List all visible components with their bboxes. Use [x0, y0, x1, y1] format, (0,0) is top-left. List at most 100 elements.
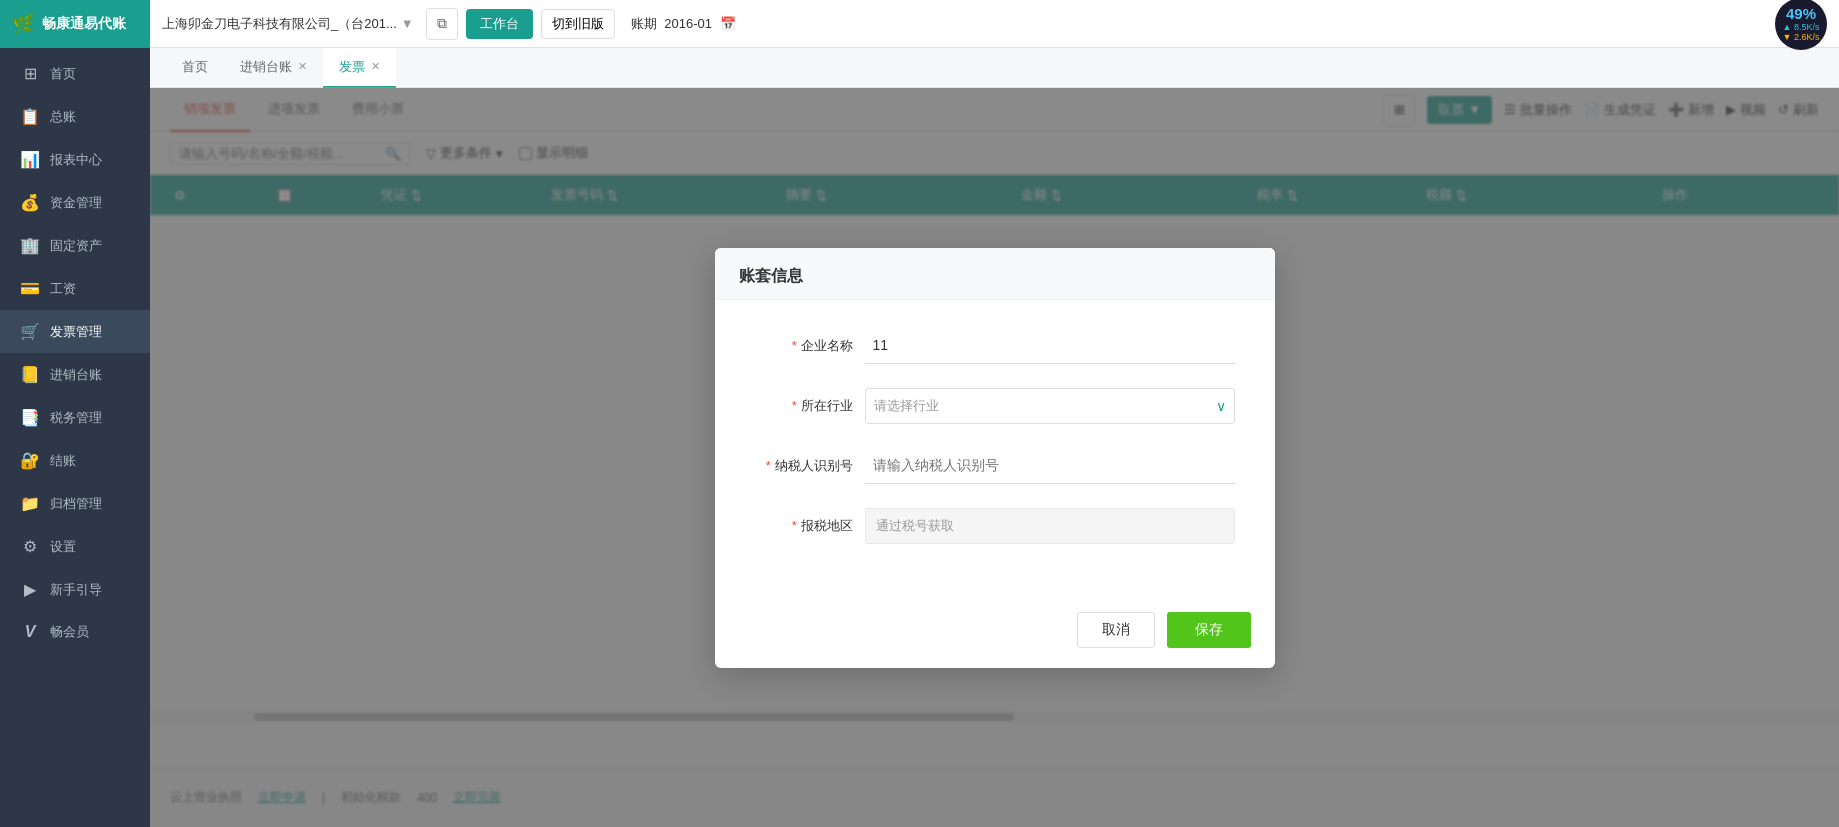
copy-icon-btn[interactable]: ⧉ [426, 8, 458, 40]
app-logo: 🌿 畅康通易代账 [0, 0, 150, 48]
industry-chevron-icon: ∨ [1216, 398, 1226, 414]
required-star-2: * [792, 398, 797, 413]
sidebar-nav: ⊞ 首页 📋 总账 📊 报表中心 💰 资金管理 🏢 固定资产 💳 工资 [0, 48, 150, 827]
tab-home-label: 首页 [182, 58, 208, 76]
sidebar-item-label: 新手引导 [50, 581, 102, 599]
cancel-button[interactable]: 取消 [1077, 612, 1155, 648]
speed-indicator: 49% ▲ 8.5K/s ▼ 2.6K/s [1775, 0, 1827, 50]
industry-row: * 所在行业 请选择行业 ∨ [755, 388, 1235, 424]
home-icon: ⊞ [20, 64, 40, 83]
account-info-modal: 账套信息 * 企业名称 [715, 248, 1275, 668]
sidebar-item-label: 设置 [50, 538, 76, 556]
tab-purchase-sales-close[interactable]: ✕ [298, 60, 307, 73]
sidebar-item-label: 畅会员 [50, 623, 89, 641]
sidebar-item-purchase-sales[interactable]: 📒 进销台账 [0, 353, 150, 396]
tax-region-row: * 报税地区 通过税号获取 [755, 508, 1235, 544]
industry-select[interactable]: 请选择行业 ∨ [865, 388, 1235, 424]
logo-icon: 🌿 [12, 13, 34, 35]
speed-upload: ▲ 8.5K/s [1783, 22, 1820, 32]
sidebar-item-label: 发票管理 [50, 323, 102, 341]
sidebar-item-label: 固定资产 [50, 237, 102, 255]
modal-overlay: 账套信息 * 企业名称 [150, 88, 1839, 827]
modal-footer: 取消 保存 [715, 596, 1275, 668]
sidebar-item-label: 归档管理 [50, 495, 102, 513]
reports-icon: 📊 [20, 150, 40, 169]
sidebar-item-label: 报表中心 [50, 151, 102, 169]
sidebar-item-guide[interactable]: ▶ 新手引导 [0, 568, 150, 611]
ledger-icon: 📋 [20, 107, 40, 126]
purchase-sales-icon: 📒 [20, 365, 40, 384]
workbench-button[interactable]: 工作台 [466, 9, 533, 39]
copy-icon: ⧉ [437, 15, 447, 32]
sidebar-item-invoice[interactable]: 🛒 发票管理 [0, 310, 150, 353]
archive-icon: 📁 [20, 494, 40, 513]
tab-invoice-close[interactable]: ✕ [371, 60, 380, 73]
sidebar-item-label: 工资 [50, 280, 76, 298]
tax-region-display: 通过税号获取 [865, 508, 1235, 544]
company-selector[interactable]: 上海卯金刀电子科技有限公司_（台201... ▼ [162, 15, 414, 33]
tax-icon: 📑 [20, 408, 40, 427]
tab-invoice-label: 发票 [339, 58, 365, 76]
settlement-icon: 🔐 [20, 451, 40, 470]
sidebar-item-settlement[interactable]: 🔐 结账 [0, 439, 150, 482]
period-label: 账期 2016-01 📅 [631, 15, 736, 33]
industry-placeholder: 请选择行业 [874, 397, 1216, 415]
salary-icon: 💳 [20, 279, 40, 298]
required-star: * [792, 338, 797, 353]
sidebar-item-tax[interactable]: 📑 税务管理 [0, 396, 150, 439]
sidebar-item-fixed-assets[interactable]: 🏢 固定资产 [0, 224, 150, 267]
taxpayer-id-input[interactable] [865, 448, 1235, 484]
sidebar-item-member[interactable]: V 畅会员 [0, 611, 150, 653]
fixed-assets-icon: 🏢 [20, 236, 40, 255]
sidebar-item-settings[interactable]: ⚙ 设置 [0, 525, 150, 568]
sidebar-item-label: 进销台账 [50, 366, 102, 384]
company-name-label: * 企业名称 [755, 337, 865, 355]
topbar-icons: ⧉ [426, 8, 458, 40]
sidebar-item-label: 结账 [50, 452, 76, 470]
tab-invoice[interactable]: 发票 ✕ [323, 48, 396, 88]
industry-label: * 所在行业 [755, 397, 865, 415]
sidebar-item-label: 总账 [50, 108, 76, 126]
sidebar-item-ledger[interactable]: 📋 总账 [0, 95, 150, 138]
invoice-icon: 🛒 [20, 322, 40, 341]
logo-text: 畅康通易代账 [42, 15, 126, 33]
modal-title: 账套信息 [739, 267, 803, 284]
required-star-3: * [766, 458, 771, 473]
sidebar-item-label: 税务管理 [50, 409, 102, 427]
speed-download: ▼ 2.6K/s [1783, 32, 1820, 42]
required-star-4: * [792, 518, 797, 533]
main-area: 上海卯金刀电子科技有限公司_（台201... ▼ ⧉ 工作台 切到旧版 账期 2… [150, 0, 1839, 827]
topbar-right: 49% ▲ 8.5K/s ▼ 2.6K/s [1775, 0, 1827, 50]
sidebar-item-funds[interactable]: 💰 资金管理 [0, 181, 150, 224]
sidebar-item-reports[interactable]: 📊 报表中心 [0, 138, 150, 181]
tab-home[interactable]: 首页 [166, 48, 224, 88]
taxpayer-id-label: * 纳税人识别号 [755, 457, 865, 475]
funds-icon: 💰 [20, 193, 40, 212]
calendar-icon[interactable]: 📅 [720, 16, 736, 31]
tabs-bar: 首页 进销台账 ✕ 发票 ✕ [150, 48, 1839, 88]
sidebar-item-home[interactable]: ⊞ 首页 [0, 52, 150, 95]
company-dropdown-arrow: ▼ [401, 16, 414, 31]
sidebar-item-label: 资金管理 [50, 194, 102, 212]
modal-header: 账套信息 [715, 248, 1275, 300]
tax-region-label: * 报税地区 [755, 517, 865, 535]
tab-purchase-sales-label: 进销台账 [240, 58, 292, 76]
modal-body: * 企业名称 * 所在行业 请选择行业 [715, 300, 1275, 596]
taxpayer-id-row: * 纳税人识别号 [755, 448, 1235, 484]
gear-icon: ⚙ [20, 537, 40, 556]
company-name: 上海卯金刀电子科技有限公司_（台201... [162, 15, 397, 33]
speed-percent: 49% [1786, 5, 1816, 22]
sidebar-item-salary[interactable]: 💳 工资 [0, 267, 150, 310]
sidebar-item-label: 首页 [50, 65, 76, 83]
sidebar-item-archive[interactable]: 📁 归档管理 [0, 482, 150, 525]
member-icon: V [20, 623, 40, 641]
company-name-input[interactable] [865, 328, 1235, 364]
company-name-row: * 企业名称 [755, 328, 1235, 364]
old-version-button[interactable]: 切到旧版 [541, 9, 615, 39]
guide-icon: ▶ [20, 580, 40, 599]
tab-purchase-sales[interactable]: 进销台账 ✕ [224, 48, 323, 88]
topbar: 上海卯金刀电子科技有限公司_（台201... ▼ ⧉ 工作台 切到旧版 账期 2… [150, 0, 1839, 48]
sidebar: 🌿 畅康通易代账 ⊞ 首页 📋 总账 📊 报表中心 💰 资金管理 🏢 固 [0, 0, 150, 827]
save-button[interactable]: 保存 [1167, 612, 1251, 648]
content-wrapper: 销项发票 进项发票 费用小票 ⊞ 取票 ▼ [150, 88, 1839, 827]
